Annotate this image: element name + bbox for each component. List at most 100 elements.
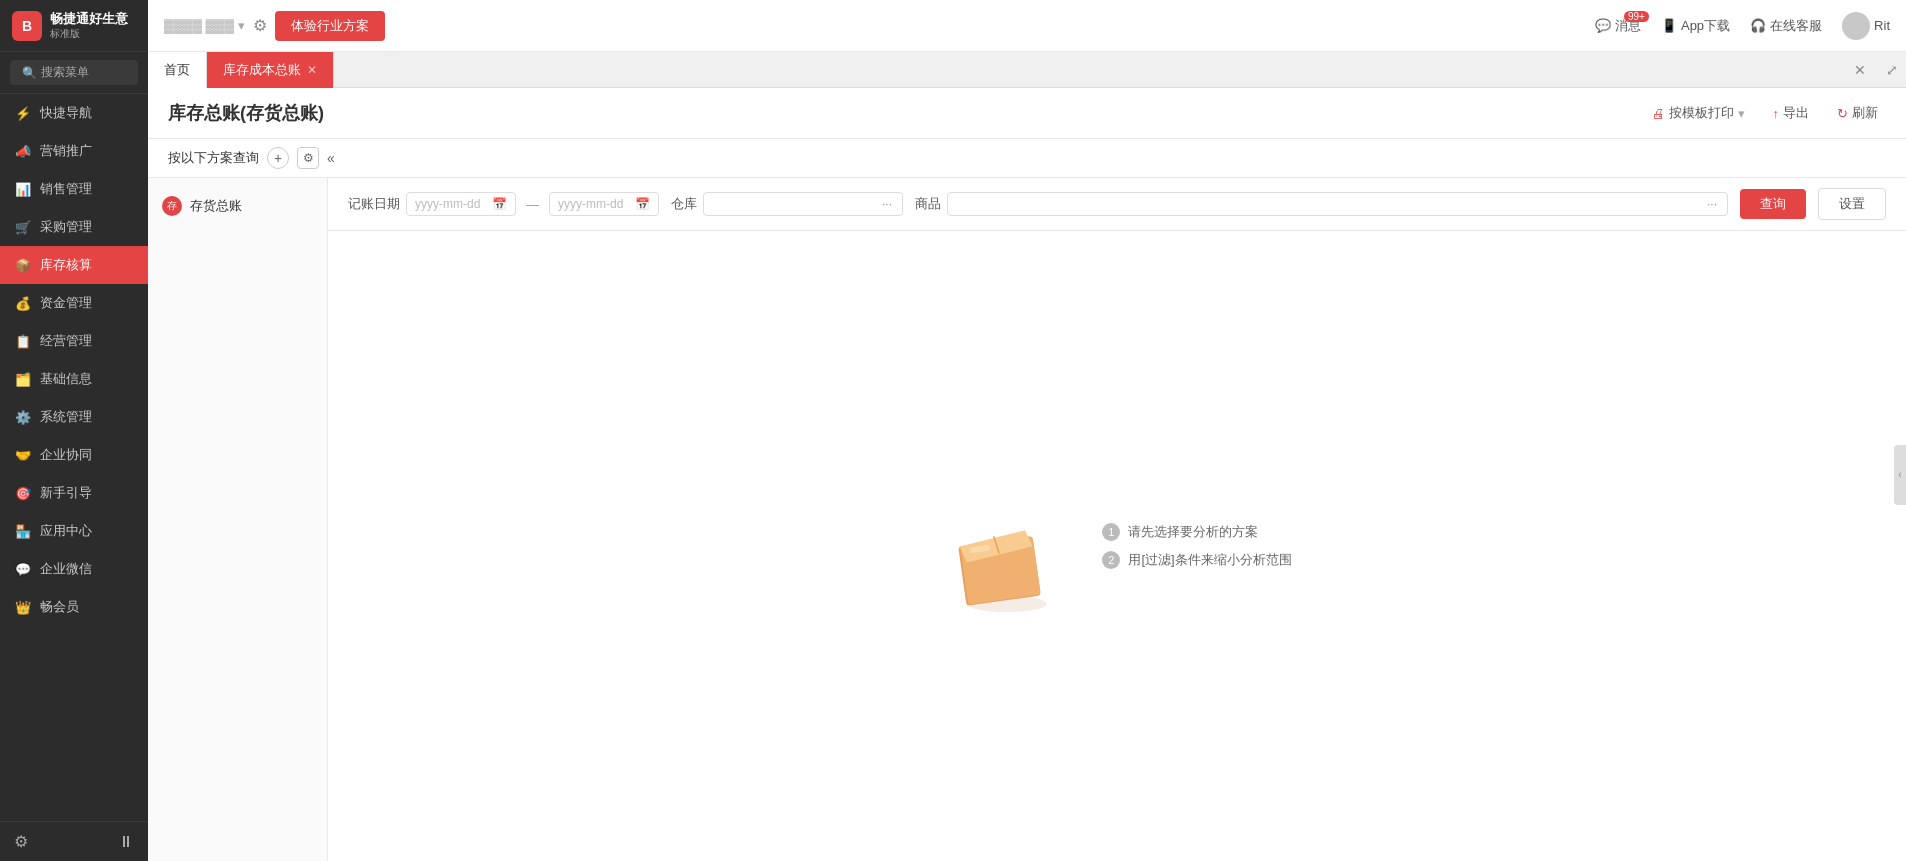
inventory-icon: 📦 xyxy=(14,256,32,274)
sidebar-item-finance[interactable]: 💰 资金管理 xyxy=(0,284,148,322)
filter-settings-btn[interactable]: ⚙ xyxy=(297,147,319,169)
tab-inventory-ledger[interactable]: 库存成本总账 ✕ xyxy=(207,52,334,88)
sidebar-item-vip[interactable]: 👑 畅会员 xyxy=(0,588,148,626)
content-body: 存 存货总账 记账日期 yyyy-mm-dd 📅 — xyxy=(148,178,1906,861)
goods-label: 商品 xyxy=(915,195,941,213)
sales-icon: 📊 xyxy=(14,180,32,198)
industry-btn[interactable]: 体验行业方案 xyxy=(275,11,385,41)
tabs-bar: 首页 库存成本总账 ✕ ✕ ⤢ xyxy=(148,52,1906,88)
messages-group[interactable]: 💬 消息 99+ xyxy=(1595,17,1641,35)
empty-state: 1 请先选择要分析的方案 2 用[过滤]条件来缩小分析范围 xyxy=(328,231,1906,861)
goods-more-icon[interactable]: ··· xyxy=(1707,197,1717,211)
warehouse-more-icon[interactable]: ··· xyxy=(882,197,892,211)
goods-filter-field: 商品 ··· xyxy=(915,192,1728,216)
filter-label: 按以下方案查询 xyxy=(168,149,259,167)
sidebar-item-operation[interactable]: 📋 经营管理 xyxy=(0,322,148,360)
gear-button[interactable]: ⚙ xyxy=(253,16,267,35)
page-header: 库存总账(存货总账) 🖨 按模板打印 ▾ ↑ 导出 ↻ 刷新 xyxy=(148,88,1906,139)
tab-expand-icon[interactable]: ⤢ xyxy=(1878,62,1906,78)
sidebar-footer: ⚙ ⏸ xyxy=(0,821,148,861)
purchase-icon: 🛒 xyxy=(14,218,32,236)
online-support-group[interactable]: 🎧 在线客服 xyxy=(1750,17,1822,35)
refresh-icon: ↻ xyxy=(1837,106,1848,121)
print-btn[interactable]: 🖨 按模板打印 ▾ xyxy=(1644,100,1753,126)
newbie-icon: 🎯 xyxy=(14,484,32,502)
sidebar-item-newbie[interactable]: 🎯 新手引导 xyxy=(0,474,148,512)
refresh-btn[interactable]: ↻ 刷新 xyxy=(1829,100,1886,126)
empty-tip-1: 1 请先选择要分析的方案 xyxy=(1102,523,1291,541)
search-icon: 🔍 xyxy=(22,66,37,80)
sidebar-item-purchase[interactable]: 🛒 采购管理 xyxy=(0,208,148,246)
empty-tips: 1 请先选择要分析的方案 2 用[过滤]条件来缩小分析范围 xyxy=(1102,523,1291,569)
sidebar-item-marketing[interactable]: 📣 营销推广 xyxy=(0,132,148,170)
app-download-group[interactable]: 📱 App下载 xyxy=(1661,17,1730,35)
tab-inventory-label: 库存成本总账 xyxy=(223,61,301,79)
date-field-label: 记账日期 xyxy=(348,195,400,213)
tab-close-icon[interactable]: ✕ xyxy=(307,63,317,77)
content-right: 记账日期 yyyy-mm-dd 📅 — yyyy-mm-dd 📅 仓库 xyxy=(328,178,1906,861)
marketing-icon: 📣 xyxy=(14,142,32,160)
sidebar-item-shortcut[interactable]: ⚡ 快捷导航 xyxy=(0,94,148,132)
print-dropdown-icon[interactable]: ▾ xyxy=(1738,106,1745,121)
print-icon: 🖨 xyxy=(1652,106,1665,121)
sidebar-item-appstore[interactable]: 🏪 应用中心 xyxy=(0,512,148,550)
logo-text: 畅捷通好生意 标准版 xyxy=(50,11,128,41)
warehouse-label: 仓库 xyxy=(671,195,697,213)
warehouse-filter-field: 仓库 ··· xyxy=(671,192,903,216)
scheme-panel: 存 存货总账 xyxy=(148,178,328,861)
dropdown-arrow-icon[interactable]: ▾ xyxy=(238,18,245,33)
scheme-item-inventory[interactable]: 存 存货总账 xyxy=(148,188,327,224)
filter-header: 按以下方案查询 + ⚙ « xyxy=(148,139,1906,178)
speaker-footer-icon[interactable]: ⏸ xyxy=(118,833,134,851)
system-icon: ⚙️ xyxy=(14,408,32,426)
scheme-icon: 存 xyxy=(162,196,182,216)
empty-illustration xyxy=(942,486,1062,606)
headset-icon: 🎧 xyxy=(1750,18,1766,33)
logo-icon: B xyxy=(12,11,42,41)
search-menu-input[interactable]: 🔍 搜索菜单 xyxy=(10,60,138,85)
tip-text-1: 请先选择要分析的方案 xyxy=(1128,523,1258,541)
filter-add-btn[interactable]: + xyxy=(267,147,289,169)
date-end-input[interactable]: yyyy-mm-dd 📅 xyxy=(549,192,659,216)
settings-footer-icon[interactable]: ⚙ xyxy=(14,832,28,851)
resize-handle[interactable]: ‹ xyxy=(1894,445,1906,505)
tab-home-label: 首页 xyxy=(164,61,190,79)
content-area: 库存总账(存货总账) 🖨 按模板打印 ▾ ↑ 导出 ↻ 刷新 按以下方案查询 xyxy=(148,88,1906,861)
online-support-label: 在线客服 xyxy=(1770,17,1822,35)
user-avatar-group[interactable]: Rit xyxy=(1842,12,1890,40)
logo-area: B 畅捷通好生意 标准版 xyxy=(0,0,148,52)
sidebar-item-basic[interactable]: 🗂️ 基础信息 xyxy=(0,360,148,398)
export-btn[interactable]: ↑ 导出 xyxy=(1765,100,1818,126)
tab-home[interactable]: 首页 xyxy=(148,52,207,88)
sidebar-nav: ⚡ 快捷导航 📣 营销推广 📊 销售管理 🛒 采购管理 📦 库存核算 💰 资金管… xyxy=(0,94,148,821)
sidebar-item-wechat[interactable]: 💬 企业微信 xyxy=(0,550,148,588)
settings-button[interactable]: 设置 xyxy=(1818,188,1886,220)
date-filter-field: 记账日期 yyyy-mm-dd 📅 — yyyy-mm-dd 📅 xyxy=(348,192,659,216)
topbar: ▓▓▓▓ ▓▓▓ ▾ ⚙ 体验行业方案 💬 消息 99+ 📱 App下载 🎧 在… xyxy=(148,0,1906,52)
message-icon: 💬 xyxy=(1595,18,1611,33)
user-name: Rit xyxy=(1874,18,1890,33)
shortcut-icon: ⚡ xyxy=(14,104,32,122)
scheme-label: 存货总账 xyxy=(190,197,242,215)
app-download-label: App下载 xyxy=(1681,17,1730,35)
vip-icon: 👑 xyxy=(14,598,32,616)
tip-num-2: 2 xyxy=(1102,551,1120,569)
goods-input[interactable]: ··· xyxy=(947,192,1728,216)
query-button[interactable]: 查询 xyxy=(1740,189,1806,219)
breadcrumb-text: ▓▓▓▓ ▓▓▓ xyxy=(164,18,234,33)
date-start-input[interactable]: yyyy-mm-dd 📅 xyxy=(406,192,516,216)
sidebar: B 畅捷通好生意 标准版 🔍 搜索菜单 ⚡ 快捷导航 📣 营销推广 📊 销售管理… xyxy=(0,0,148,861)
sidebar-item-sales[interactable]: 📊 销售管理 xyxy=(0,170,148,208)
sidebar-search[interactable]: 🔍 搜索菜单 xyxy=(0,52,148,94)
tip-text-2: 用[过滤]条件来缩小分析范围 xyxy=(1128,551,1291,569)
avatar xyxy=(1842,12,1870,40)
warehouse-input[interactable]: ··· xyxy=(703,192,903,216)
sidebar-item-system[interactable]: ⚙️ 系统管理 xyxy=(0,398,148,436)
filter-collapse-btn[interactable]: « xyxy=(327,150,335,166)
page-actions: 🖨 按模板打印 ▾ ↑ 导出 ↻ 刷新 xyxy=(1644,100,1887,126)
sidebar-item-inventory[interactable]: 📦 库存核算 xyxy=(0,246,148,284)
empty-tip-2: 2 用[过滤]条件来缩小分析范围 xyxy=(1102,551,1291,569)
tab-close-right-icon[interactable]: ✕ xyxy=(1842,62,1878,78)
calendar-start-icon: 📅 xyxy=(492,197,507,211)
sidebar-item-enterprise[interactable]: 🤝 企业协同 xyxy=(0,436,148,474)
